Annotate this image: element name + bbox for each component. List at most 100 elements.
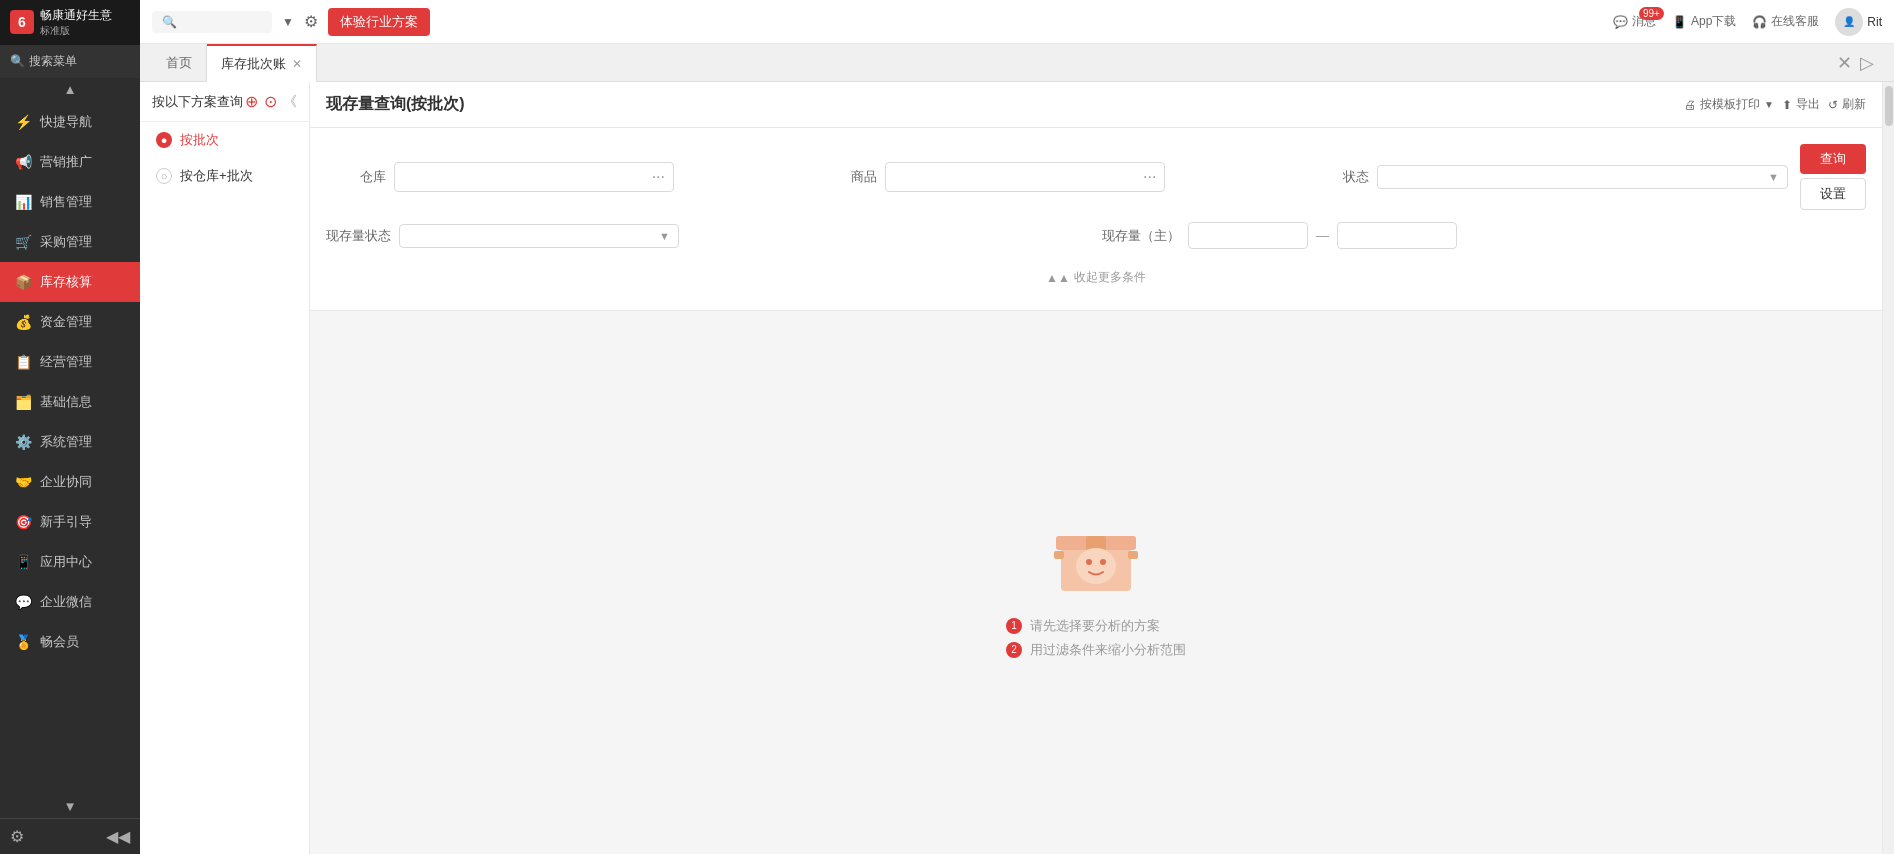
app-title: 畅康通好生意 标准版: [40, 8, 112, 37]
collapse-sidebar-button[interactable]: ◀◀: [106, 827, 130, 846]
filter-area: 仓库 ··· 商品 ··· 状态: [310, 128, 1882, 311]
sidebar-item-finance[interactable]: 💰 资金管理: [0, 302, 140, 342]
wechat-icon: 💬: [14, 593, 32, 611]
stock-status-select[interactable]: ▼: [399, 224, 679, 248]
sidebar-header: 6 畅康通好生意 标准版: [0, 0, 140, 45]
user-profile[interactable]: 👤 Rit: [1835, 8, 1882, 36]
stock-status-filter-group: 现存量状态 ▼: [326, 224, 1090, 248]
svg-rect-7: [1128, 551, 1138, 559]
customer-service-icon: 🎧: [1752, 15, 1767, 29]
status-filter-group: 状态 ▼: [1309, 165, 1788, 189]
warehouse-select[interactable]: ···: [394, 162, 674, 192]
message-badge: 99+: [1639, 7, 1664, 20]
scheme-item-by-warehouse-batch[interactable]: ○ 按仓库+批次: [140, 158, 309, 194]
inventory-icon: 📦: [14, 273, 32, 291]
stock-qty-max-input[interactable]: [1337, 222, 1457, 249]
tab-home[interactable]: 首页: [152, 44, 207, 82]
sidebar-item-wechat[interactable]: 💬 企业微信: [0, 582, 140, 622]
settings-button[interactable]: 设置: [1800, 178, 1866, 210]
collapse-left-icon[interactable]: 《: [283, 93, 297, 111]
range-divider: —: [1316, 228, 1329, 243]
product-select[interactable]: ···: [885, 162, 1165, 192]
filter-row-1: 仓库 ··· 商品 ··· 状态: [326, 144, 1866, 210]
sidebar-item-quick-nav[interactable]: ⚡ 快捷导航: [0, 102, 140, 142]
scrollbar-thumb[interactable]: [1885, 86, 1893, 126]
export-button[interactable]: ⬆ 导出: [1782, 96, 1820, 113]
industry-solution-button[interactable]: 体验行业方案: [328, 8, 430, 36]
left-panel-header: 按以下方案查询 ⊕ ⊙ 《: [140, 82, 309, 122]
sidebar-item-operation[interactable]: 📋 经营管理: [0, 342, 140, 382]
avatar: 👤: [1835, 8, 1863, 36]
add-scheme-button[interactable]: ⊕: [245, 92, 258, 111]
empty-illustration: [1046, 501, 1146, 601]
tab-bar: 首页 库存批次账 ✕ ✕ ▷: [140, 44, 1894, 82]
status-dropdown-icon[interactable]: ▼: [1768, 171, 1779, 183]
right-panel-title-bar: 现存量查询(按批次) 🖨 按模板打印 ▼ ⬆ 导出 ↺ 刷新: [310, 82, 1882, 128]
panel-close-button[interactable]: ✕: [1837, 52, 1852, 74]
print-dropdown-icon[interactable]: ▼: [1764, 99, 1774, 110]
app-logo: 6: [10, 10, 34, 34]
warehouse-dots[interactable]: ···: [652, 168, 665, 186]
topbar-search-input[interactable]: [181, 15, 261, 29]
empty-svg: [1046, 501, 1146, 601]
app-center-icon: 📱: [14, 553, 32, 571]
app-download-button[interactable]: 📱 App下载: [1672, 13, 1736, 30]
action-buttons: 查询 设置: [1800, 144, 1866, 210]
sidebar-item-sales[interactable]: 📊 销售管理: [0, 182, 140, 222]
sidebar-item-newbie[interactable]: 🎯 新手引导: [0, 502, 140, 542]
sidebar-item-purchase[interactable]: 🛒 采购管理: [0, 222, 140, 262]
system-icon: ⚙️: [14, 433, 32, 451]
scheme-settings-icon[interactable]: ⊙: [264, 92, 277, 111]
sidebar-search[interactable]: 🔍 搜索菜单: [0, 45, 140, 78]
warehouse-filter-group: 仓库 ···: [326, 162, 805, 192]
stock-status-dropdown-icon[interactable]: ▼: [659, 230, 670, 242]
sidebar-item-system[interactable]: ⚙️ 系统管理: [0, 422, 140, 462]
query-button[interactable]: 查询: [1800, 144, 1866, 174]
topbar-gear-icon[interactable]: ⚙: [304, 12, 318, 31]
empty-tip-2: 2 用过滤条件来缩小分析范围: [1006, 641, 1186, 659]
marketing-icon: 📢: [14, 153, 32, 171]
product-label: 商品: [817, 168, 877, 186]
sidebar-item-inventory[interactable]: 📦 库存核算: [0, 262, 140, 302]
product-filter-group: 商品 ···: [817, 162, 1296, 192]
status-select[interactable]: ▼: [1377, 165, 1788, 189]
panel-expand-button[interactable]: ▷: [1860, 52, 1874, 74]
app-download-icon: 📱: [1672, 15, 1687, 29]
customer-service-button[interactable]: 🎧 在线客服: [1752, 13, 1819, 30]
sidebar-item-enterprise[interactable]: 🤝 企业协同: [0, 462, 140, 502]
main-area: 🔍 ▼ ⚙ 体验行业方案 💬 消息 99+ 📱 App下载 🎧 在线客服 �: [140, 0, 1894, 854]
purchase-icon: 🛒: [14, 233, 32, 251]
sidebar-item-app-center[interactable]: 📱 应用中心: [0, 542, 140, 582]
search-icon: 🔍: [10, 54, 25, 68]
messages-button[interactable]: 💬 消息 99+: [1613, 13, 1656, 30]
topbar-dropdown-arrow[interactable]: ▼: [282, 15, 294, 29]
svg-point-3: [1076, 548, 1116, 584]
quick-nav-icon: ⚡: [14, 113, 32, 131]
content-area: 按以下方案查询 ⊕ ⊙ 《 ● 按批次 ○ 按仓库+批次 现存量查询(按批次): [140, 82, 1894, 854]
stock-qty-filter-group: 现存量（主） —: [1102, 222, 1866, 249]
scroll-up-button[interactable]: ▲: [0, 78, 140, 102]
sidebar-item-basic[interactable]: 🗂️ 基础信息: [0, 382, 140, 422]
refresh-icon: ↺: [1828, 98, 1838, 112]
sidebar-item-member[interactable]: 🏅 畅会员: [0, 622, 140, 662]
svg-point-5: [1100, 559, 1106, 565]
scroll-down-button[interactable]: ▼: [0, 794, 140, 818]
tab-close-icon[interactable]: ✕: [292, 57, 302, 71]
right-scrollbar[interactable]: [1882, 82, 1894, 854]
print-button[interactable]: 🖨 按模板打印 ▼: [1684, 96, 1774, 113]
stock-qty-min-input[interactable]: [1188, 222, 1308, 249]
refresh-button[interactable]: ↺ 刷新: [1828, 96, 1866, 113]
tab-inventory-batch[interactable]: 库存批次账 ✕: [207, 44, 317, 82]
message-icon: 💬: [1613, 15, 1628, 29]
collapse-filter-button[interactable]: ▲▲ 收起更多条件: [326, 261, 1866, 294]
sidebar-item-marketing[interactable]: 📢 营销推广: [0, 142, 140, 182]
member-icon: 🏅: [14, 633, 32, 651]
left-panel-header-actions: ⊕ ⊙ 《: [245, 92, 297, 111]
topbar-search-icon: 🔍: [162, 15, 177, 29]
scheme-item-by-batch[interactable]: ● 按批次: [140, 122, 309, 158]
settings-button[interactable]: ⚙: [10, 827, 24, 846]
topbar-search-box[interactable]: 🔍: [152, 11, 272, 33]
sidebar-nav: ⚡ 快捷导航 📢 营销推广 📊 销售管理 🛒 采购管理 📦 库存核算 💰 资金管…: [0, 102, 140, 794]
topbar: 🔍 ▼ ⚙ 体验行业方案 💬 消息 99+ 📱 App下载 🎧 在线客服 �: [140, 0, 1894, 44]
product-dots[interactable]: ···: [1143, 168, 1156, 186]
